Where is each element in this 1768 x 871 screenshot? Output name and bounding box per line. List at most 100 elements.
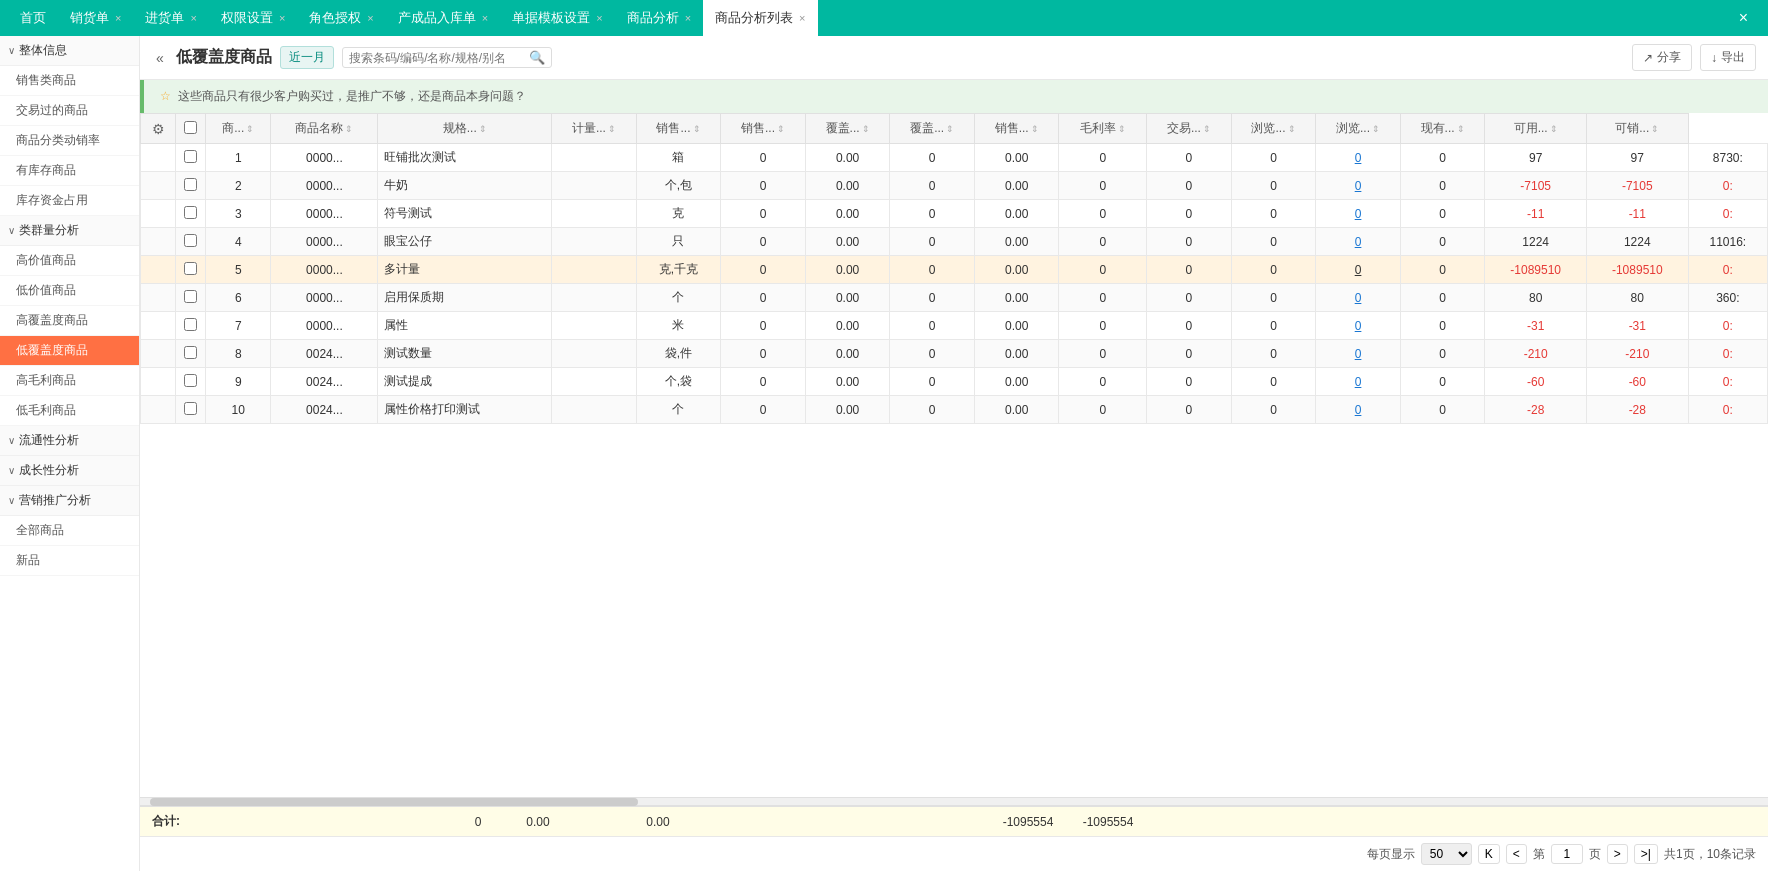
col-cover2[interactable]: 覆盖...⇕ (890, 114, 975, 144)
row-browse1[interactable]: 0 (1316, 256, 1401, 284)
row-checkbox[interactable] (176, 340, 206, 368)
last-page-button[interactable]: >| (1634, 844, 1658, 864)
row-checkbox[interactable] (176, 256, 206, 284)
sidebar-item-stocked-products[interactable]: 有库存商品 (0, 156, 139, 186)
row-browse1[interactable]: 0 (1316, 172, 1401, 200)
col-name[interactable]: 商品名称⇕ (271, 114, 378, 144)
sidebar-item-new-products[interactable]: 新品 (0, 546, 139, 576)
export-button[interactable]: ↓ 导出 (1700, 44, 1756, 71)
row-select-checkbox[interactable] (184, 178, 197, 191)
settings-icon[interactable]: ⚙ (152, 121, 165, 137)
col-sales-qty[interactable]: 销售...⇕ (636, 114, 721, 144)
sidebar-item-inventory-capital[interactable]: 库存资金占用 (0, 186, 139, 216)
sidebar-group-growth[interactable]: ∨ 成长性分析 (0, 456, 139, 486)
nav-product-analysis-list[interactable]: 商品分析列表 × (703, 0, 817, 36)
close-icon[interactable]: × (685, 12, 691, 24)
col-sales3[interactable]: 销售...⇕ (974, 114, 1059, 144)
col-browse1[interactable]: 浏览...⇕ (1231, 114, 1316, 144)
col-current[interactable]: 现有...⇕ (1400, 114, 1485, 144)
nav-home[interactable]: 首页 (8, 0, 58, 36)
col-spec[interactable]: 规格...⇕ (378, 114, 552, 144)
sidebar-item-low-coverage[interactable]: 低覆盖度商品 (0, 336, 139, 366)
row-browse1[interactable]: 0 (1316, 396, 1401, 424)
close-icon[interactable]: × (190, 12, 196, 24)
scrollbar-thumb[interactable] (150, 798, 638, 806)
sidebar-group-marketing[interactable]: ∨ 营销推广分析 (0, 486, 139, 516)
sidebar-item-high-margin[interactable]: 高毛利商品 (0, 366, 139, 396)
data-table-container[interactable]: ⚙ 商...⇕ 商品名称⇕ 规格...⇕ 计量...⇕ 销售...⇕ 销售...… (140, 113, 1768, 797)
col-unit[interactable]: 计量...⇕ (552, 114, 637, 144)
row-select-checkbox[interactable] (184, 262, 197, 275)
row-checkbox[interactable] (176, 284, 206, 312)
col-browse2[interactable]: 浏览...⇕ (1316, 114, 1401, 144)
search-icon[interactable]: 🔍 (529, 50, 545, 65)
row-browse1[interactable]: 0 (1316, 200, 1401, 228)
sidebar-group-cluster[interactable]: ∨ 类群量分析 (0, 216, 139, 246)
row-checkbox[interactable] (176, 312, 206, 340)
nav-permissions[interactable]: 权限设置 × (209, 0, 297, 36)
close-icon[interactable]: × (799, 12, 805, 24)
next-page-button[interactable]: > (1607, 844, 1628, 864)
sidebar-item-high-coverage[interactable]: 高覆盖度商品 (0, 306, 139, 336)
row-checkbox[interactable] (176, 144, 206, 172)
sidebar-group-overall[interactable]: ∨ 整体信息 (0, 36, 139, 66)
window-close-button[interactable]: × (1727, 9, 1760, 27)
horizontal-scrollbar[interactable] (140, 797, 1768, 805)
close-icon[interactable]: × (279, 12, 285, 24)
select-all-checkbox[interactable] (184, 121, 197, 134)
row-select-checkbox[interactable] (184, 206, 197, 219)
close-icon[interactable]: × (482, 12, 488, 24)
first-page-button[interactable]: K (1478, 844, 1500, 864)
row-select-checkbox[interactable] (184, 374, 197, 387)
nav-sales-order[interactable]: 销货单 × (58, 0, 133, 36)
col-gross-rate[interactable]: 毛利率⇕ (1059, 114, 1147, 144)
row-browse1[interactable]: 0 (1316, 228, 1401, 256)
sidebar-item-sales-products[interactable]: 销售类商品 (0, 66, 139, 96)
row-checkbox[interactable] (176, 368, 206, 396)
row-browse1[interactable]: 0 (1316, 340, 1401, 368)
search-input[interactable] (349, 51, 529, 65)
row-checkbox[interactable] (176, 228, 206, 256)
row-select-checkbox[interactable] (184, 402, 197, 415)
row-select-checkbox[interactable] (184, 318, 197, 331)
col-trade[interactable]: 交易...⇕ (1147, 114, 1232, 144)
col-available[interactable]: 可用...⇕ (1485, 114, 1587, 144)
sidebar-item-category-rate[interactable]: 商品分类动销率 (0, 126, 139, 156)
page-number-input[interactable] (1551, 844, 1583, 864)
prev-page-button[interactable]: < (1506, 844, 1527, 864)
nav-role-auth[interactable]: 角色授权 × (297, 0, 385, 36)
share-button[interactable]: ↗ 分享 (1632, 44, 1692, 71)
close-icon[interactable]: × (367, 12, 373, 24)
row-select-checkbox[interactable] (184, 150, 197, 163)
row-select-checkbox[interactable] (184, 290, 197, 303)
row-select-checkbox[interactable] (184, 234, 197, 247)
nav-purchase-order[interactable]: 进货单 × (133, 0, 208, 36)
nav-product-analysis[interactable]: 商品分析 × (615, 0, 703, 36)
row-browse1[interactable]: 0 (1316, 368, 1401, 396)
col-saleable[interactable]: 可销...⇕ (1586, 114, 1688, 144)
filter-period-button[interactable]: 近一月 (280, 46, 334, 69)
col-cover1[interactable]: 覆盖...⇕ (805, 114, 890, 144)
sidebar-group-circulation[interactable]: ∨ 流通性分析 (0, 426, 139, 456)
nav-product-inbound[interactable]: 产成品入库单 × (386, 0, 500, 36)
per-page-select[interactable]: 50 20 100 (1421, 843, 1472, 865)
close-icon[interactable]: × (596, 12, 602, 24)
col-select-all[interactable] (176, 114, 206, 144)
sidebar-item-all-products[interactable]: 全部商品 (0, 516, 139, 546)
row-checkbox[interactable] (176, 396, 206, 424)
sidebar-collapse-button[interactable]: « (152, 48, 168, 68)
row-browse1[interactable]: 0 (1316, 312, 1401, 340)
sidebar-item-high-value[interactable]: 高价值商品 (0, 246, 139, 276)
close-icon[interactable]: × (115, 12, 121, 24)
sidebar-item-low-value[interactable]: 低价值商品 (0, 276, 139, 306)
sidebar-item-traded-products[interactable]: 交易过的商品 (0, 96, 139, 126)
col-sales-amt[interactable]: 销售...⇕ (721, 114, 806, 144)
col-settings[interactable]: ⚙ (141, 114, 176, 144)
row-select-checkbox[interactable] (184, 346, 197, 359)
col-code[interactable]: 商...⇕ (206, 114, 271, 144)
row-browse1[interactable]: 0 (1316, 144, 1401, 172)
nav-voucher-template[interactable]: 单据模板设置 × (500, 0, 614, 36)
row-browse1[interactable]: 0 (1316, 284, 1401, 312)
sidebar-item-low-margin[interactable]: 低毛利商品 (0, 396, 139, 426)
row-checkbox[interactable] (176, 200, 206, 228)
